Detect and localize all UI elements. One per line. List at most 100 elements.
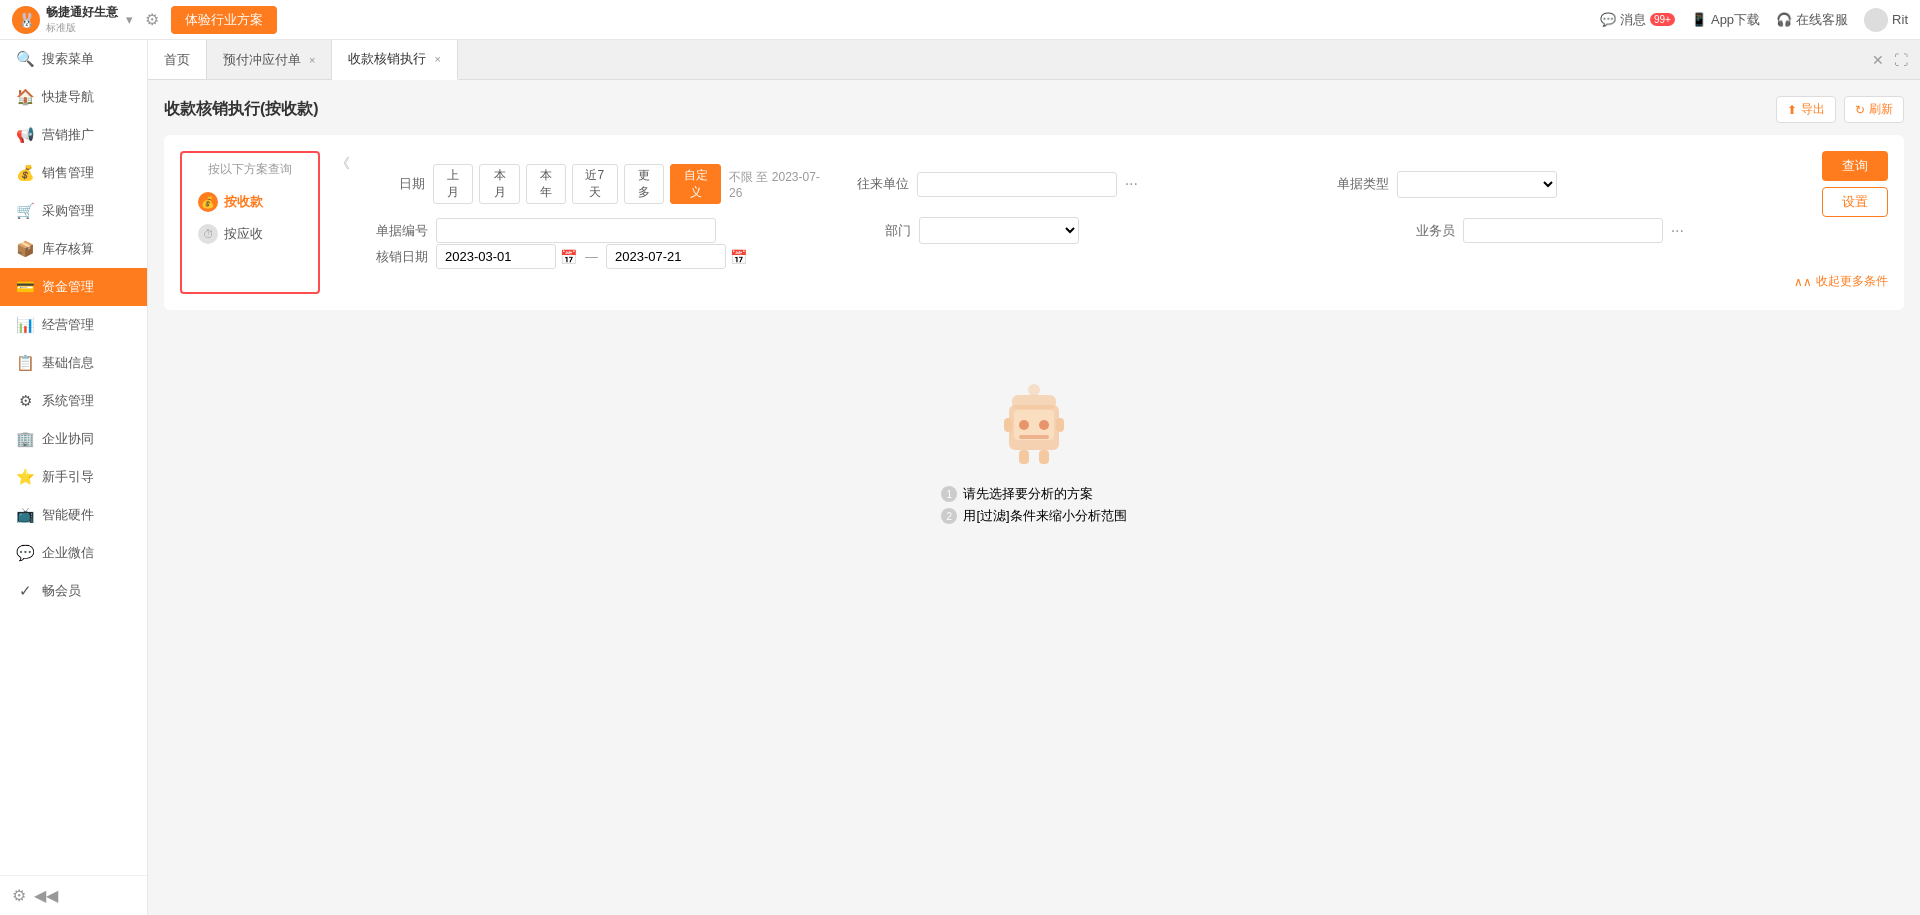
tab-expand-btn[interactable]: ⛶: [1890, 50, 1912, 70]
headset-icon: 🎧: [1776, 12, 1792, 27]
page-content: 收款核销执行(按收款) ⬆ 导出 ↻ 刷新 按以下方案查询: [148, 80, 1920, 915]
user-profile[interactable]: Rit: [1864, 8, 1908, 32]
sidebar-item-operation[interactable]: 📊 经营管理: [0, 306, 147, 344]
date-btn-this-month[interactable]: 本月: [479, 164, 519, 204]
export-icon: ⬆: [1787, 103, 1797, 117]
sidebar-item-purchase[interactable]: 🛒 采购管理: [0, 192, 147, 230]
top-bar-right: 💬 消息 99+ 📱 App下载 🎧 在线客服 Rit: [1600, 8, 1908, 32]
export-btn[interactable]: ⬆ 导出: [1776, 96, 1836, 123]
sidebar-item-finance[interactable]: 💳 资金管理: [0, 268, 147, 306]
tab-verify-close[interactable]: ×: [434, 53, 440, 65]
tab-close-btn[interactable]: ✕: [1868, 50, 1888, 70]
bill-no-input[interactable]: [436, 218, 716, 243]
verify-date-end-input[interactable]: [606, 244, 726, 269]
cal-start-icon[interactable]: 📅: [560, 249, 577, 265]
brand-icon: 🐰: [12, 6, 40, 34]
collapse-sidebar-icon[interactable]: ◀◀: [34, 886, 58, 905]
date-btn-last-month[interactable]: 上月: [433, 164, 473, 204]
filter-collapse-btn[interactable]: 《: [336, 151, 356, 294]
empty-tip-2: 2 用[过滤]条件来缩小分析范围: [941, 507, 1126, 525]
industry-btn[interactable]: 体验行业方案: [171, 6, 277, 34]
system-icon: ⚙: [16, 392, 34, 410]
sidebar-label-inventory: 库存核算: [42, 240, 94, 258]
verify-date-start-input[interactable]: [436, 244, 556, 269]
date-btn-this-year[interactable]: 本年: [526, 164, 566, 204]
empty-tip-1: 1 请先选择要分析的方案: [941, 485, 1126, 503]
smart-hw-icon: 📺: [16, 506, 34, 524]
staff-input[interactable]: [1463, 218, 1663, 243]
sidebar-item-search-menu[interactable]: 🔍 搜索菜单: [0, 40, 147, 78]
dept-select[interactable]: [919, 217, 1079, 244]
sidebar-item-quick-nav[interactable]: 🏠 快捷导航: [0, 78, 147, 116]
filter-option-receipt-label: 按收款: [224, 193, 263, 211]
phone-icon: 📱: [1691, 12, 1707, 27]
dropdown-icon[interactable]: ▾: [126, 12, 133, 27]
sidebar-item-sales[interactable]: 💰 销售管理: [0, 154, 147, 192]
refresh-icon: ↻: [1855, 103, 1865, 117]
cal-end-icon[interactable]: 📅: [730, 249, 747, 265]
bill-no-cell: 单据编号: [368, 218, 861, 243]
empty-svg: [984, 370, 1084, 470]
tab-verify[interactable]: 收款核销执行 ×: [332, 40, 457, 80]
refresh-btn[interactable]: ↻ 刷新: [1844, 96, 1904, 123]
empty-illustration: [984, 370, 1084, 473]
date-range-text: 不限 至 2023-07-26: [729, 169, 829, 200]
sales-icon: 💰: [16, 164, 34, 182]
trading-unit-input[interactable]: [917, 172, 1117, 197]
tab-bar: 首页 预付冲应付单 × 收款核销执行 × ✕ ⛶: [148, 40, 1920, 80]
sidebar: 🔍 搜索菜单 🏠 快捷导航 📢 营销推广 💰 销售管理 🛒 采购管理 📦 库存核…: [0, 40, 148, 915]
user-avatar: [1864, 8, 1888, 32]
sidebar-item-system[interactable]: ⚙ 系统管理: [0, 382, 147, 420]
settings-icon[interactable]: ⚙: [12, 886, 26, 905]
sidebar-item-smart-hw[interactable]: 📺 智能硬件: [0, 496, 147, 534]
tab-prepay[interactable]: 预付冲应付单 ×: [207, 40, 332, 79]
message-btn[interactable]: 💬 消息 99+: [1600, 11, 1675, 29]
brand-name-text: 畅捷通好生意: [46, 4, 118, 21]
sidebar-item-inventory[interactable]: 📦 库存核算: [0, 230, 147, 268]
online-service-btn[interactable]: 🎧 在线客服: [1776, 11, 1848, 29]
sidebar-label-wechat: 企业微信: [42, 544, 94, 562]
vip-icon: ✓: [16, 582, 34, 600]
verify-date-cell: 核销日期 📅 — 📅: [368, 244, 1888, 269]
staff-dots[interactable]: ···: [1671, 222, 1684, 240]
filter-option-by-receivable[interactable]: ⏱ 按应收: [190, 218, 310, 250]
gear-icon[interactable]: ⚙: [141, 6, 163, 33]
message-label: 消息: [1620, 11, 1646, 29]
date-btn-custom[interactable]: 自定义: [670, 164, 721, 204]
tab-home[interactable]: 首页: [148, 40, 207, 79]
sidebar-label-operation: 经营管理: [42, 316, 94, 334]
user-name: Rit: [1892, 12, 1908, 27]
operation-icon: 📊: [16, 316, 34, 334]
filter-sidebar-title: 按以下方案查询: [190, 161, 310, 178]
svg-point-3: [1039, 420, 1049, 430]
sidebar-item-enterprise[interactable]: 🏢 企业协同: [0, 420, 147, 458]
collapse-more[interactable]: ∧∧ 收起更多条件: [368, 269, 1888, 294]
bill-type-select[interactable]: [1397, 171, 1557, 198]
filter-option-by-receipt[interactable]: 💰 按收款: [190, 186, 310, 218]
date-btn-more[interactable]: 更多: [624, 164, 664, 204]
sidebar-item-wechat[interactable]: 💬 企业微信: [0, 534, 147, 572]
query-btn[interactable]: 查询: [1822, 151, 1888, 181]
date-cell: 日期 上月 本月 本年 近7天 更多 自定义 不限 至 2023-07-26: [368, 164, 829, 204]
sidebar-item-vip[interactable]: ✓ 畅会员: [0, 572, 147, 610]
app-download-btn[interactable]: 📱 App下载: [1691, 11, 1760, 29]
export-label: 导出: [1801, 101, 1825, 118]
bill-type-cell: 单据类型: [1329, 171, 1790, 198]
date-btn-7days[interactable]: 近7天: [572, 164, 618, 204]
tab-prepay-close[interactable]: ×: [309, 54, 315, 66]
trading-unit-dots[interactable]: ···: [1125, 175, 1138, 193]
setting-btn[interactable]: 设置: [1822, 187, 1888, 217]
sidebar-label-guide: 新手引导: [42, 468, 94, 486]
verify-date-start-group: 📅: [436, 244, 577, 269]
tab-verify-label: 收款核销执行: [348, 50, 426, 68]
page-actions: ⬆ 导出 ↻ 刷新: [1776, 96, 1904, 123]
sidebar-label-sales: 销售管理: [42, 164, 94, 182]
top-bar-left: 🐰 畅捷通好生意 标准版 ▾ ⚙ 体验行业方案: [12, 4, 277, 35]
wechat-icon: 💬: [16, 544, 34, 562]
verify-date-end-group: 📅: [606, 244, 747, 269]
sidebar-item-guide[interactable]: ⭐ 新手引导: [0, 458, 147, 496]
sidebar-item-basic-info[interactable]: 📋 基础信息: [0, 344, 147, 382]
empty-tips: 1 请先选择要分析的方案 2 用[过滤]条件来缩小分析范围: [941, 485, 1126, 525]
tip-num-2: 2: [941, 508, 957, 524]
sidebar-item-marketing[interactable]: 📢 营销推广: [0, 116, 147, 154]
